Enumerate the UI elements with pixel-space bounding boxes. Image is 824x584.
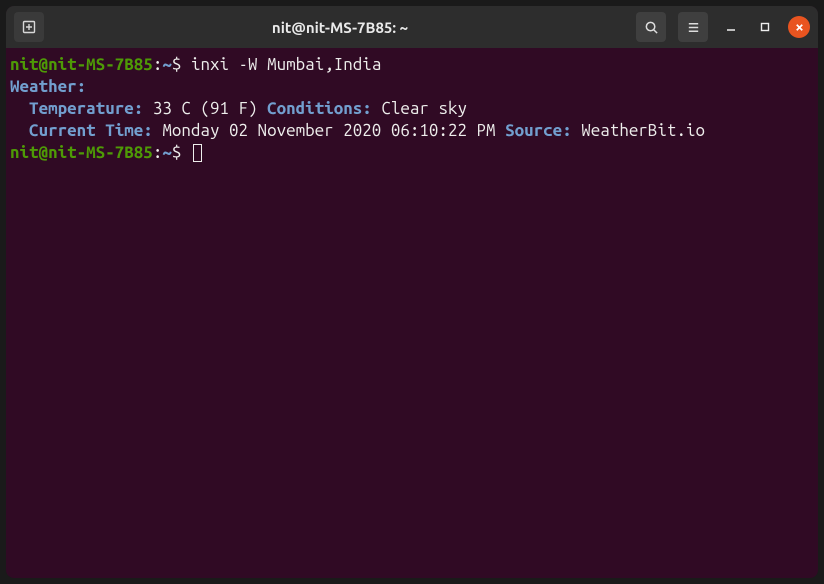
terminal-body[interactable]: nit@nit-MS-7B85:~$ inxi -W Mumbai,India … [6, 48, 818, 578]
close-button[interactable] [788, 16, 810, 38]
prompt-symbol-2: $ [172, 143, 182, 162]
close-icon [794, 22, 805, 33]
current-time-value: Monday 02 November 2020 06:10:22 PM [162, 121, 495, 140]
new-tab-button[interactable] [14, 12, 44, 42]
search-icon [644, 20, 659, 35]
prompt-colon-2: : [153, 143, 163, 162]
source-value: WeatherBit.io [581, 121, 705, 140]
source-label: Source: [505, 121, 572, 140]
titlebar-left [14, 12, 44, 42]
command-text: inxi -W Mumbai,India [181, 55, 381, 74]
search-button[interactable] [636, 12, 666, 42]
window-title: nit@nit-MS-7B85: ~ [44, 19, 636, 36]
minimize-button[interactable] [720, 16, 742, 38]
terminal-window: nit@nit-MS-7B85: ~ [6, 6, 818, 578]
prompt-path-2: ~ [162, 143, 172, 162]
conditions-value: Clear sky [381, 99, 467, 118]
titlebar: nit@nit-MS-7B85: ~ [6, 6, 818, 48]
weather-label: Weather: [10, 77, 86, 96]
prompt-user-host: nit@nit-MS-7B85 [10, 55, 153, 74]
new-tab-icon [21, 19, 37, 35]
temperature-value: 33 C (91 F) [153, 99, 258, 118]
hamburger-icon [686, 20, 701, 35]
prompt-colon: : [153, 55, 163, 74]
prompt-symbol: $ [172, 55, 182, 74]
temperature-label: Temperature: [29, 99, 143, 118]
conditions-label: Conditions: [267, 99, 372, 118]
prompt-user-host-2: nit@nit-MS-7B85 [10, 143, 153, 162]
cursor [193, 144, 202, 162]
command-value: inxi -W Mumbai,India [191, 55, 381, 74]
prompt-path: ~ [162, 55, 172, 74]
titlebar-right [636, 12, 810, 42]
maximize-button[interactable] [754, 16, 776, 38]
maximize-icon [759, 21, 771, 33]
menu-button[interactable] [678, 12, 708, 42]
minimize-icon [725, 21, 737, 33]
current-time-label: Current Time: [29, 121, 153, 140]
